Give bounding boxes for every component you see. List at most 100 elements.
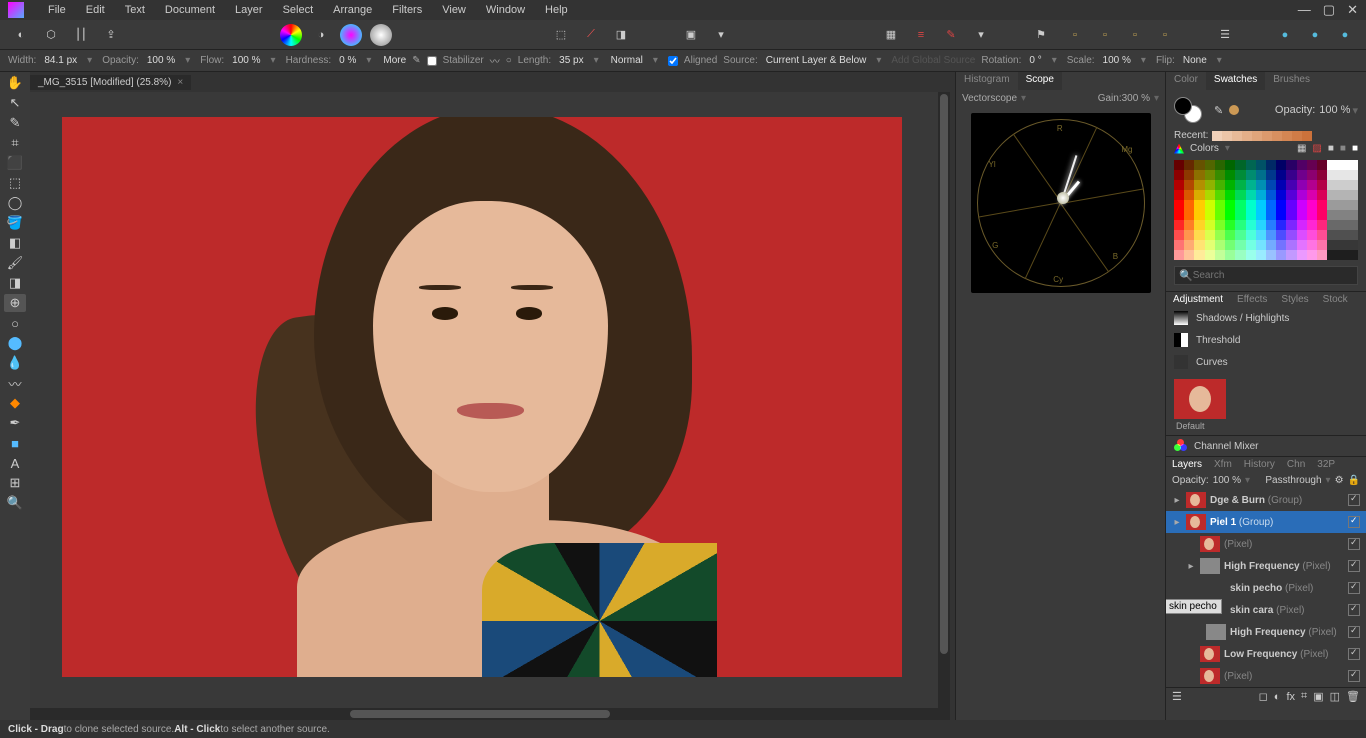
hand-tool-icon[interactable]: ✋ — [4, 74, 26, 92]
tab-brushes[interactable]: Brushes — [1265, 72, 1318, 90]
liquify-persona-icon[interactable]: ⬡ — [40, 24, 62, 46]
swatch-cell[interactable] — [1286, 170, 1296, 180]
width-value[interactable]: 84.1 px — [44, 55, 77, 66]
swatch-cell[interactable] — [1215, 240, 1225, 250]
tab-color[interactable]: Color — [1166, 72, 1206, 90]
swatch-cell[interactable] — [1194, 190, 1204, 200]
menu-layer[interactable]: Layer — [225, 4, 273, 16]
swatch-cell[interactable] — [1246, 230, 1256, 240]
swatch-cell[interactable] — [1266, 190, 1276, 200]
layer-masks-icon[interactable]: ☰ — [1172, 690, 1182, 703]
swatch-cell[interactable] — [1225, 180, 1235, 190]
tab-swatches[interactable]: Swatches — [1206, 72, 1265, 90]
swatch-cell[interactable] — [1235, 220, 1245, 230]
swatch-cell[interactable] — [1276, 250, 1286, 260]
swatch-cell[interactable] — [1286, 250, 1296, 260]
swatch-cell[interactable] — [1225, 170, 1235, 180]
swatch-cell[interactable] — [1256, 180, 1266, 190]
arrange-front-icon[interactable]: ▫ — [1154, 24, 1176, 46]
swatch-cell[interactable] — [1194, 250, 1204, 260]
swatch-cell[interactable] — [1184, 230, 1194, 240]
swatch-search-input[interactable] — [1193, 270, 1353, 281]
chevron-down-icon[interactable]: ▾ — [710, 24, 732, 46]
swatch-cell[interactable] — [1286, 180, 1296, 190]
swatch-cell[interactable] — [1205, 170, 1215, 180]
photo-persona-icon[interactable]: ◐ — [10, 24, 32, 46]
swatch-cell[interactable] — [1297, 170, 1307, 180]
swatch-cell[interactable] — [1256, 200, 1266, 210]
layer-row[interactable]: ▸Dge & Burn (Group) — [1166, 489, 1366, 511]
shape-tool-icon[interactable]: ◆ — [4, 394, 26, 412]
add-global-source-button[interactable]: Add Global Source — [891, 55, 975, 66]
swatch-cell[interactable] — [1307, 200, 1317, 210]
swatch-cell[interactable] — [1317, 240, 1327, 250]
layer-row[interactable]: ▸High Frequency (Pixel) — [1166, 555, 1366, 577]
dodge-tool-icon[interactable]: ○ — [4, 314, 26, 332]
grid-icon[interactable]: ▦ — [880, 24, 902, 46]
globe1-icon[interactable]: ● — [1274, 24, 1296, 46]
swatch-cell[interactable] — [1205, 220, 1215, 230]
swatch-cell[interactable] — [1174, 200, 1184, 210]
tab-layers[interactable]: Layers — [1166, 457, 1208, 472]
layer-row[interactable]: ▸Piel 1 (Group) — [1166, 511, 1366, 533]
layers-opacity-value[interactable]: 100 % — [1213, 475, 1241, 486]
swatch-cell[interactable] — [1256, 170, 1266, 180]
swatch-cell[interactable] — [1348, 240, 1358, 250]
diagonal-icon[interactable]: ⟋ — [580, 24, 602, 46]
crop-ratio-icon[interactable]: ▣ — [680, 24, 702, 46]
swatch-cell[interactable] — [1307, 220, 1317, 230]
paint-brush-tool-icon[interactable]: 🖌 — [4, 254, 26, 272]
layer-visibility-checkbox[interactable] — [1348, 604, 1360, 616]
swatch-cell[interactable] — [1225, 210, 1235, 220]
swatch-cell[interactable] — [1297, 230, 1307, 240]
swatch-cell[interactable] — [1297, 240, 1307, 250]
chevron-down-icon[interactable]: ▾ — [970, 24, 992, 46]
swatch-cell[interactable] — [1194, 220, 1204, 230]
tab-scope[interactable]: Scope — [1018, 72, 1062, 90]
swatch-cell[interactable] — [1225, 230, 1235, 240]
swatch-cell[interactable] — [1348, 190, 1358, 200]
swatch-cell[interactable] — [1276, 210, 1286, 220]
swatch-cell[interactable] — [1174, 190, 1184, 200]
swatch-none-icon[interactable]: ▨ — [1312, 143, 1321, 154]
document-canvas[interactable] — [62, 117, 902, 677]
delete-layer-icon[interactable]: 🗑 — [1346, 690, 1360, 703]
layers-blend-dropdown[interactable]: Passthrough — [1265, 475, 1321, 486]
opacity-value[interactable]: 100 % — [147, 55, 175, 66]
swatch-cell[interactable] — [1235, 200, 1245, 210]
swatch-cell[interactable] — [1317, 250, 1327, 260]
swatch-cell[interactable] — [1235, 190, 1245, 200]
text-tool-icon[interactable]: A — [4, 454, 26, 472]
length-value[interactable]: 35 px — [559, 55, 583, 66]
swatch-cell[interactable] — [1297, 210, 1307, 220]
swatch-cell[interactable] — [1184, 160, 1194, 170]
swatch-cell[interactable] — [1256, 190, 1266, 200]
globe3-icon[interactable]: ● — [1334, 24, 1356, 46]
flood-fill-tool-icon[interactable]: 🪣 — [4, 214, 26, 232]
swatch-cell[interactable] — [1338, 210, 1348, 220]
flow-value[interactable]: 100 % — [232, 55, 260, 66]
swatch-cell[interactable] — [1205, 200, 1215, 210]
adjustment-preset-thumb[interactable] — [1174, 379, 1226, 419]
swatch-cell[interactable] — [1286, 230, 1296, 240]
rectangle-tool-icon[interactable]: ■ — [4, 434, 26, 452]
swatch-cell[interactable] — [1174, 210, 1184, 220]
swatch-cell[interactable] — [1297, 190, 1307, 200]
layer-row[interactable]: (Pixel) — [1166, 665, 1366, 687]
swatch-cell[interactable] — [1215, 190, 1225, 200]
swatch-cell[interactable] — [1256, 210, 1266, 220]
swatch-cell[interactable] — [1174, 180, 1184, 190]
swatch-cell[interactable] — [1194, 230, 1204, 240]
layer-visibility-checkbox[interactable] — [1348, 670, 1360, 682]
swatch-cell[interactable] — [1215, 170, 1225, 180]
swatch-cell[interactable] — [1276, 200, 1286, 210]
swatch-cell[interactable] — [1174, 230, 1184, 240]
swatch-cell[interactable] — [1256, 160, 1266, 170]
swatch-cell[interactable] — [1235, 160, 1245, 170]
swatch-white-icon[interactable]: ■ — [1352, 143, 1358, 154]
recent-swatch[interactable] — [1292, 131, 1302, 141]
swatch-cell[interactable] — [1174, 240, 1184, 250]
adjustment-shadows-highlights[interactable]: Shadows / Highlights — [1166, 307, 1366, 329]
sphere-icon[interactable] — [370, 24, 392, 46]
layer-row[interactable]: High Frequency (Pixel) — [1166, 621, 1366, 643]
